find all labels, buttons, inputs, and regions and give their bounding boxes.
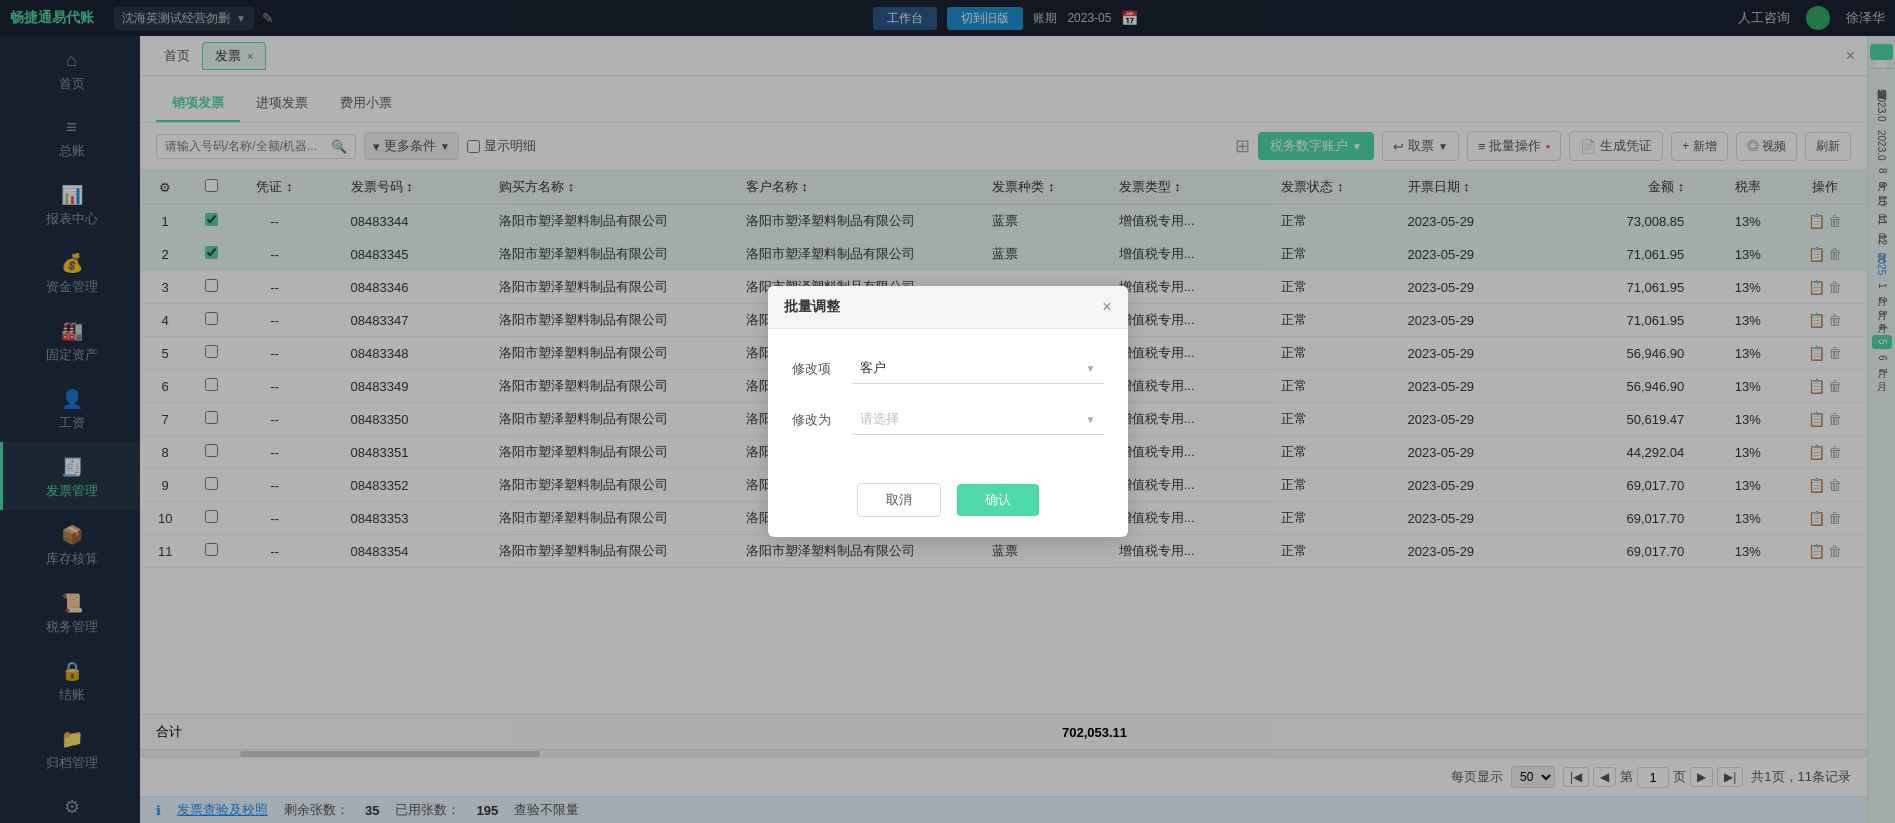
field-select[interactable]: 客户 ▼ — [852, 353, 1104, 384]
modal-header: 批量调整 × — [768, 286, 1128, 329]
modal-confirm-btn[interactable]: 确认 — [957, 484, 1039, 516]
modal-close-btn[interactable]: × — [1102, 298, 1111, 316]
field-value: 客户 — [860, 359, 886, 377]
modal-footer: 取消 确认 — [768, 471, 1128, 537]
modal-title: 批量调整 — [784, 298, 840, 316]
modal-cancel-btn[interactable]: 取消 — [857, 483, 941, 517]
field-dropdown-icon: ▼ — [1086, 363, 1096, 374]
target-dropdown-icon: ▼ — [1086, 414, 1096, 425]
form-row-target: 修改为 请选择 ▼ — [792, 404, 1104, 435]
target-placeholder: 请选择 — [860, 410, 899, 428]
field-label: 修改项 — [792, 360, 852, 378]
target-select[interactable]: 请选择 ▼ — [852, 404, 1104, 435]
target-label: 修改为 — [792, 411, 852, 429]
batch-adjust-modal: 批量调整 × 修改项 客户 ▼ 修改为 请选择 ▼ 取消 确认 — [768, 286, 1128, 537]
modal-overlay: 批量调整 × 修改项 客户 ▼ 修改为 请选择 ▼ 取消 确认 — [0, 0, 1895, 823]
form-row-field: 修改项 客户 ▼ — [792, 353, 1104, 384]
modal-body: 修改项 客户 ▼ 修改为 请选择 ▼ — [768, 329, 1128, 471]
